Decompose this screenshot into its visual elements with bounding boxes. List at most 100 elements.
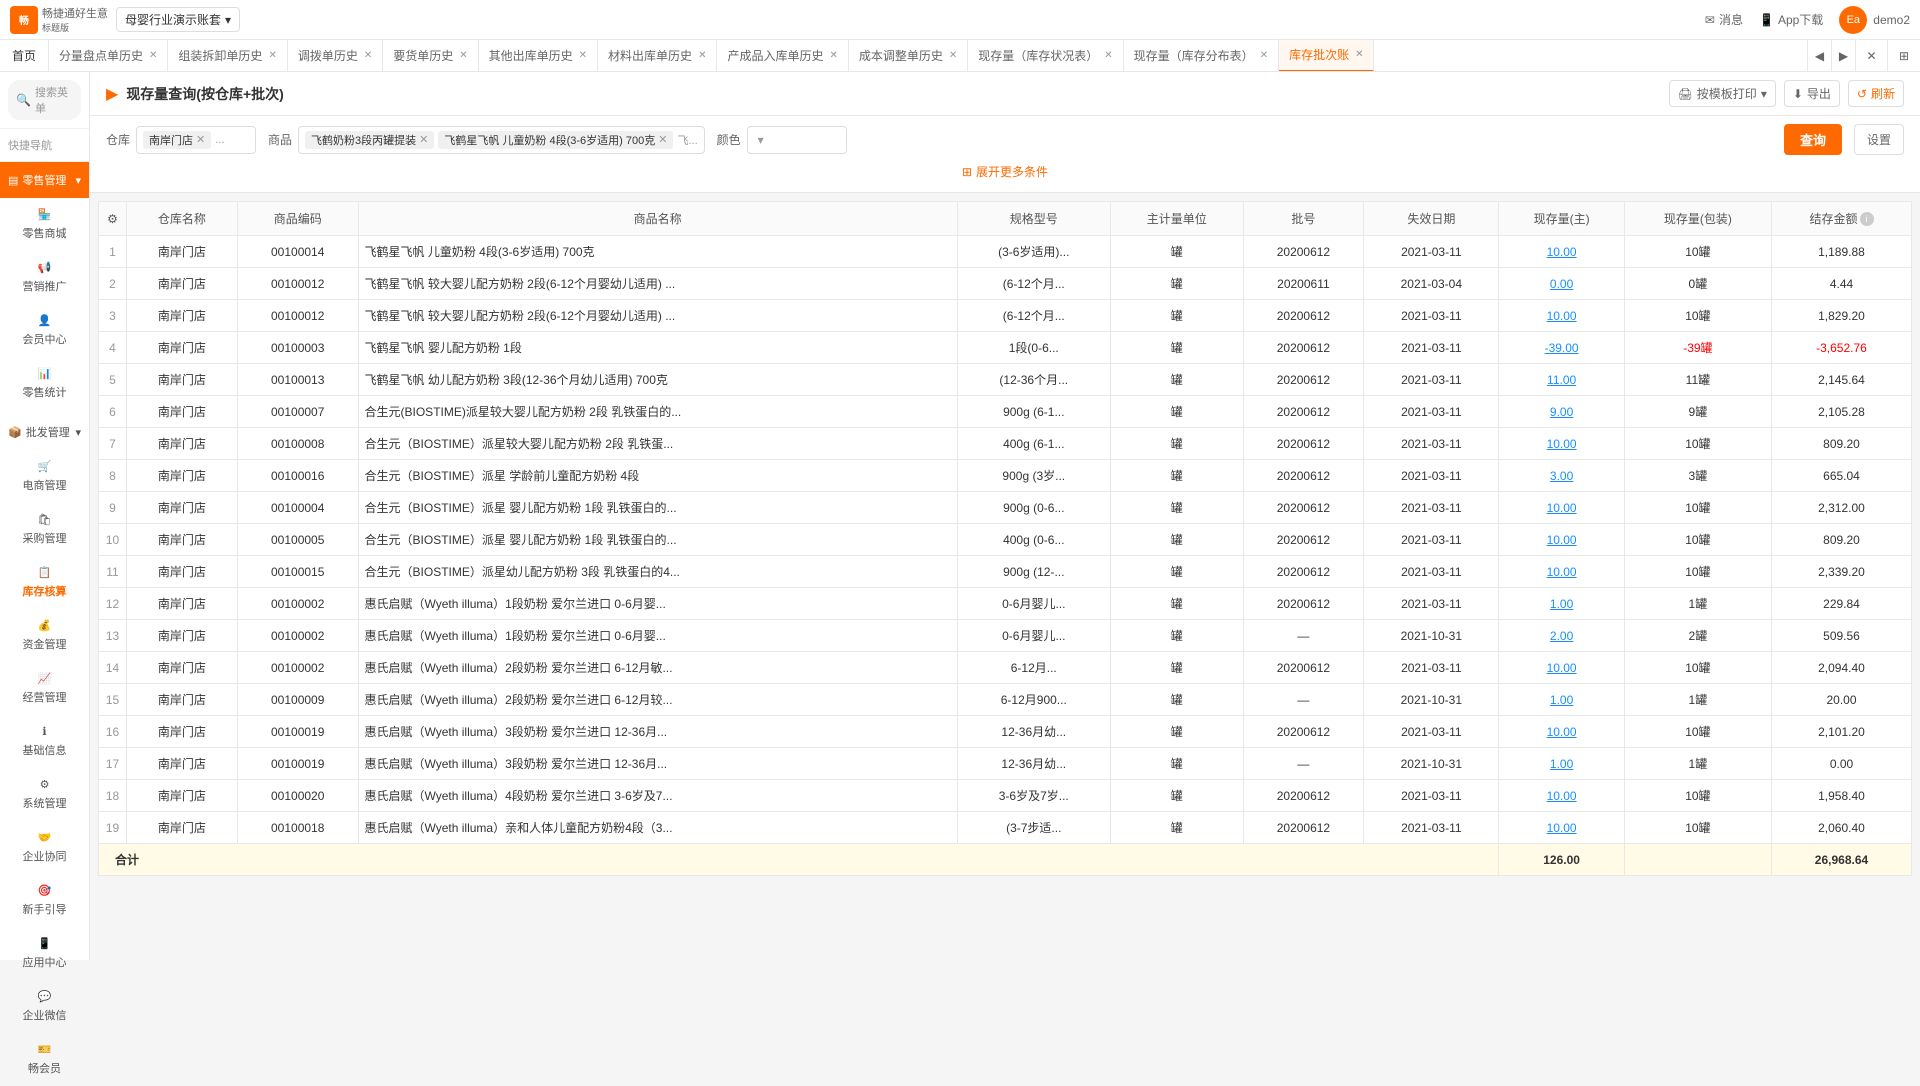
tab-tiaopai[interactable]: 调拨单历史 ✕ <box>288 40 383 72</box>
sidebar-item-member[interactable]: 👤 会员中心 <box>0 304 89 357</box>
sidebar-item-basic[interactable]: ℹ 基础信息 <box>0 715 89 768</box>
cell-amount: 4.44 <box>1771 268 1911 300</box>
cell-qty-main: 10.00 <box>1499 524 1624 556</box>
sidebar-item-ecom[interactable]: 🛒 电商管理 <box>0 450 89 503</box>
warehouse-tag-close-icon[interactable]: ✕ <box>196 133 205 146</box>
tab-close-icon[interactable]: ✕ <box>829 50 837 61</box>
table-area: ⚙ 仓库名称 商品编码 商品名称 规格型号 主计量单位 批号 失效日期 现存量(… <box>90 193 1920 960</box>
tab-close-all-btn[interactable]: ✕ <box>1856 40 1888 72</box>
tab-qitachu[interactable]: 其他出库单历史 ✕ <box>479 40 598 72</box>
product-tag-1-close-icon[interactable]: ✕ <box>419 133 428 146</box>
sidebar-item-corpwechat[interactable]: 💬 企业微信 <box>0 980 89 1033</box>
basic-icon: ℹ <box>42 725 46 738</box>
cell-qty-main[interactable]: -39.00 <box>1499 332 1624 364</box>
settings-btn[interactable]: 设置 <box>1854 124 1904 155</box>
cell-name: 合生元(BIOSTIME)派星较大婴儿配方奶粉 2段 乳铁蛋白的... <box>358 396 957 428</box>
product-more-btn[interactable]: 飞... <box>677 132 697 148</box>
sidebar-item-enterprise[interactable]: 🤝 企业协同 <box>0 821 89 874</box>
tab-close-icon[interactable]: ✕ <box>949 50 957 61</box>
tab-xianzai-kucun[interactable]: 现存量（库存状况表） ✕ <box>968 40 1123 72</box>
cell-code: 00100016 <box>237 460 358 492</box>
product-tag-1[interactable]: 飞鹤奶粉3段丙罐提装 ✕ <box>305 131 434 149</box>
sidebar-item-member-card[interactable]: 🎫 畅会员 <box>0 1033 89 1086</box>
cell-name: 惠氏启赋（Wyeth illuma）亲和人体儿童配方奶粉4段（3... <box>358 812 957 844</box>
tab-zuchai[interactable]: 组装拆卸单历史 ✕ <box>168 40 287 72</box>
sidebar-item-appcenter[interactable]: 📱 应用中心 <box>0 927 89 980</box>
product-tag-2[interactable]: 飞鹤星飞帆 儿童奶粉 4段(3-6岁适用) 700克 ✕ <box>438 131 673 149</box>
sidebar-item-purchase[interactable]: 🛍 采购管理 <box>0 503 89 556</box>
sidebar-item-stock[interactable]: 📋 库存核算 <box>0 556 89 609</box>
sidebar-item-retail-mgmt[interactable]: ▤ 零售管理 ▾ <box>0 162 89 198</box>
tab-close-icon[interactable]: ✕ <box>459 50 467 61</box>
cell-amount: 0.00 <box>1771 748 1911 780</box>
store-selector[interactable]: 母婴行业演示账套 ▾ <box>116 7 240 32</box>
user-area[interactable]: Ea demo2 <box>1839 6 1910 34</box>
tab-close-icon[interactable]: ✕ <box>149 50 157 61</box>
sidebar-item-sys[interactable]: ⚙ 系统管理 <box>0 768 89 821</box>
tab-fenpan[interactable]: 分量盘点单历史 ✕ <box>49 40 168 72</box>
sidebar-item-finance[interactable]: 💰 资金管理 <box>0 609 89 662</box>
sidebar-item-retail-shop[interactable]: 🏪 零售商城 <box>0 198 89 251</box>
member-label: 会员中心 <box>23 331 67 347</box>
tab-chengpin[interactable]: 产成品入库单历史 ✕ <box>717 40 848 72</box>
cell-amount: 2,339.20 <box>1771 556 1911 588</box>
th-gear[interactable]: ⚙ <box>99 202 127 236</box>
table-row: 13 南岸门店 00100002 惠氏启赋（Wyeth illuma）1段奶粉 … <box>99 620 1912 652</box>
tab-home[interactable]: 首页 <box>0 40 49 72</box>
cell-spec: 0-6月婴儿... <box>957 620 1110 652</box>
warehouse-tag-1[interactable]: 南岸门店 ✕ <box>143 131 211 149</box>
expand-more-btn[interactable]: ⊞ 展开更多条件 <box>106 159 1904 184</box>
cell-spec: 6-12月... <box>957 652 1110 684</box>
sidebar-item-guide[interactable]: 🎯 新手引导 <box>0 874 89 927</box>
tab-close-icon[interactable]: ✕ <box>698 50 706 61</box>
sidebar-item-marketing[interactable]: 📢 营销推广 <box>0 251 89 304</box>
cell-spec: 900g (0-6... <box>957 492 1110 524</box>
tab-close-icon[interactable]: ✕ <box>1104 50 1112 61</box>
sidebar-search-area: 🔍 搜索英单 <box>0 72 89 129</box>
cell-unit: 罐 <box>1110 428 1243 460</box>
tab-xianzai-fenbiao[interactable]: 现存量（库存分布表） ✕ <box>1124 40 1279 72</box>
product-tag-2-close-icon[interactable]: ✕ <box>658 133 667 146</box>
cell-batch: 20200612 <box>1243 300 1364 332</box>
cell-name: 惠氏启赋（Wyeth illuma）2段奶粉 爱尔兰进口 6-12月敏... <box>358 652 957 684</box>
refresh-btn[interactable]: ↺ 刷新 <box>1848 80 1904 107</box>
member-icon: 👤 <box>38 314 52 327</box>
table-row: 3 南岸门店 00100012 飞鹤星飞帆 较大婴儿配方奶粉 2段(6-12个月… <box>99 300 1912 332</box>
tab-close-icon[interactable]: ✕ <box>268 50 276 61</box>
tab-prev-btn[interactable]: ◀ <box>1808 40 1832 72</box>
tab-close-icon[interactable]: ✕ <box>364 50 372 61</box>
template-print-btn[interactable]: 🖨 按模板打印 ▾ <box>1669 80 1776 107</box>
tab-cailiao[interactable]: 材料出库单历史 ✕ <box>598 40 717 72</box>
messages-btn[interactable]: ✉ 消息 <box>1705 11 1743 28</box>
search-box[interactable]: 🔍 搜索英单 <box>8 80 81 120</box>
warehouse-filter-input[interactable]: 南岸门店 ✕ ... <box>136 126 256 154</box>
tab-chengben[interactable]: 成本调整单历史 ✕ <box>849 40 968 72</box>
table-row: 7 南岸门店 00100008 合生元（BIOSTIME）派星较大婴儿配方奶粉 … <box>99 428 1912 460</box>
sidebar-item-operations[interactable]: 📈 经营管理 <box>0 662 89 715</box>
tab-expand-btn[interactable]: ⊞ <box>1888 40 1920 72</box>
cell-qty-pkg: 10罐 <box>1624 236 1771 268</box>
export-btn[interactable]: ⬇ 导出 <box>1784 80 1840 107</box>
product-filter-input[interactable]: 飞鹤奶粉3段丙罐提装 ✕ 飞鹤星飞帆 儿童奶粉 4段(3-6岁适用) 700克 … <box>298 126 705 154</box>
table-row: 2 南岸门店 00100012 飞鹤星飞帆 较大婴儿配方奶粉 2段(6-12个月… <box>99 268 1912 300</box>
sidebar-item-wholesale[interactable]: 📦 批发管理 ▾ <box>0 414 89 450</box>
cell-qty-main: 0.00 <box>1499 268 1624 300</box>
cell-spec: (3-6岁适用)... <box>957 236 1110 268</box>
tab-kucun-pici[interactable]: 库存批次账 ✕ <box>1279 40 1374 72</box>
tab-close-icon[interactable]: ✕ <box>579 50 587 61</box>
tab-next-btn[interactable]: ▶ <box>1832 40 1856 72</box>
amount-info-icon[interactable]: i <box>1860 212 1874 226</box>
color-filter-input[interactable]: ▾ <box>747 126 847 154</box>
cell-num: 5 <box>99 364 127 396</box>
tab-yaohuo[interactable]: 要货单历史 ✕ <box>383 40 478 72</box>
tab-close-icon[interactable]: ✕ <box>1260 50 1268 61</box>
query-btn[interactable]: 查询 <box>1784 124 1842 155</box>
cell-code: 00100008 <box>237 428 358 460</box>
cell-warehouse: 南岸门店 <box>127 268 238 300</box>
sidebar-item-retail-stat[interactable]: 📊 零售统计 <box>0 357 89 410</box>
tab-close-icon[interactable]: ✕ <box>1355 49 1363 60</box>
app-label: App下载 <box>1778 11 1823 28</box>
expand-toggle-btn[interactable]: ▶ <box>106 84 118 104</box>
app-download-btn[interactable]: 📱 App下载 <box>1759 11 1823 28</box>
warehouse-more-btn[interactable]: ... <box>215 134 224 146</box>
